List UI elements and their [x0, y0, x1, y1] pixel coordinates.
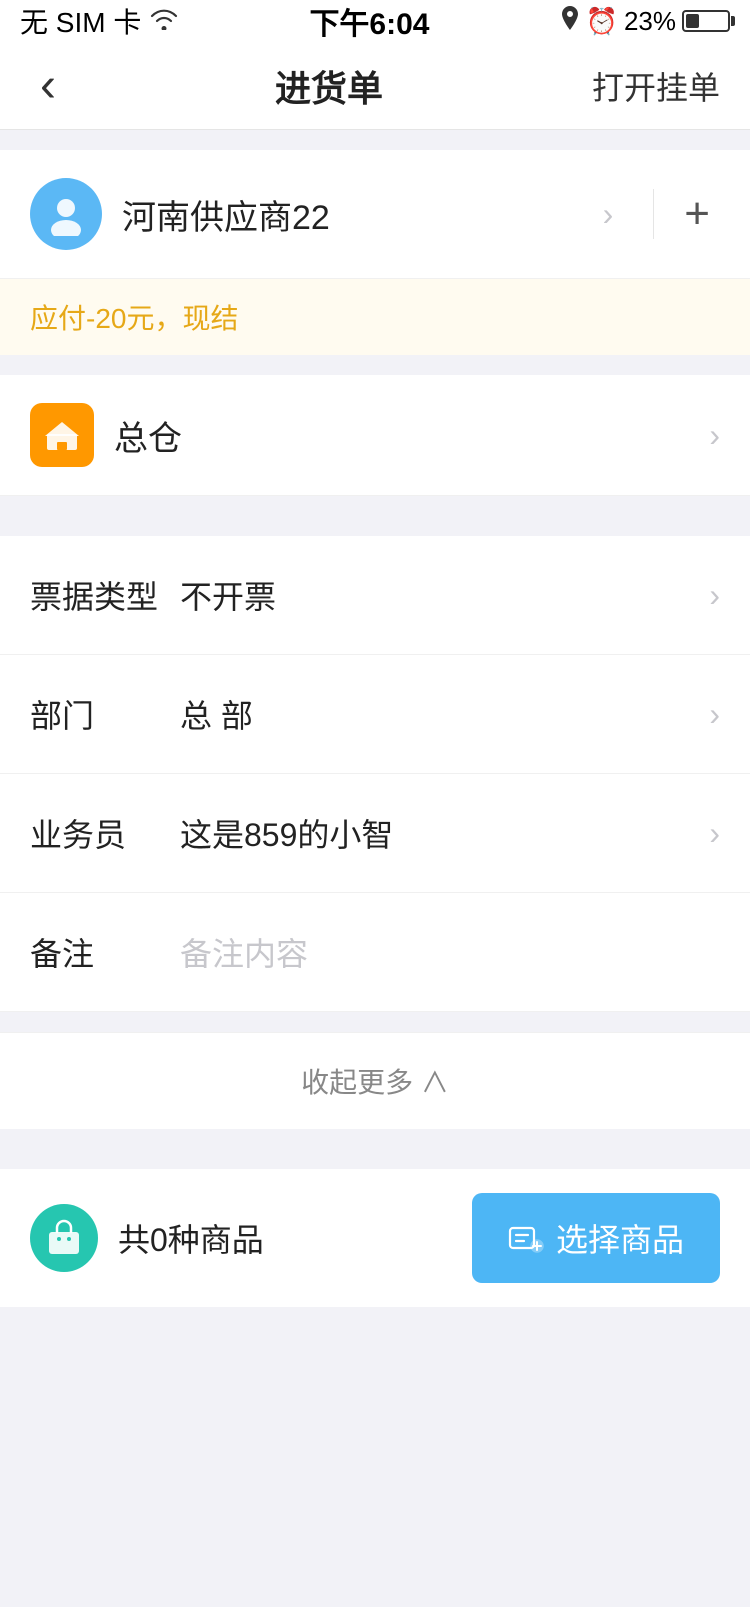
select-product-label: 选择商品: [556, 1215, 684, 1261]
collapse-button[interactable]: 收起更多 ∧: [0, 1032, 750, 1129]
product-count-text: 共0种商品: [118, 1215, 472, 1261]
form-section: 票据类型 不开票 › 部门 总 部 › 业务员 这是859的小智 › 备注 备注…: [0, 536, 750, 1012]
warehouse-chevron-icon: ›: [709, 417, 720, 454]
collapse-label: 收起更多 ∧: [301, 1061, 449, 1101]
supplier-name: 河南供应商22: [122, 190, 603, 239]
status-right: ⏰ 23%: [560, 6, 730, 37]
status-left: 无 SIM 卡: [20, 1, 179, 41]
alarm-icon: ⏰: [586, 6, 618, 37]
salesperson-value: 这是859的小智: [160, 810, 709, 856]
remark-value[interactable]: 备注内容: [160, 929, 720, 975]
back-button[interactable]: ‹: [30, 48, 66, 123]
salesperson-row[interactable]: 业务员 这是859的小智 ›: [0, 774, 750, 893]
add-supplier-button[interactable]: +: [674, 189, 720, 239]
status-bar: 无 SIM 卡 下午6:04 ⏰ 23%: [0, 0, 750, 42]
location-icon: [560, 6, 580, 37]
invoice-type-row[interactable]: 票据类型 不开票 ›: [0, 536, 750, 655]
product-icon: [30, 1204, 98, 1272]
page-background: [0, 1307, 750, 1607]
section-gap-4: [0, 1129, 750, 1149]
department-chevron-icon: ›: [709, 696, 720, 733]
department-label: 部门: [30, 691, 160, 737]
warehouse-name: 总仓: [114, 411, 709, 460]
invoice-type-value: 不开票: [160, 572, 709, 618]
department-value: 总 部: [160, 691, 709, 737]
select-product-button[interactable]: 选择商品: [472, 1193, 720, 1283]
status-time: 下午6:04: [309, 0, 429, 43]
wifi-icon: [149, 5, 179, 37]
battery-icon: [682, 10, 730, 32]
supplier-avatar: [30, 178, 102, 250]
page-title: 进货单: [275, 60, 383, 112]
battery-text: 23%: [624, 6, 676, 37]
supplier-row[interactable]: 河南供应商22 › +: [0, 150, 750, 279]
supplier-card: 河南供应商22 › + 应付-20元，现结: [0, 150, 750, 355]
section-gap-3: [0, 496, 750, 516]
open-pending-button[interactable]: 打开挂单: [592, 63, 720, 109]
carrier-text: 无 SIM 卡: [20, 1, 141, 41]
invoice-type-chevron-icon: ›: [709, 577, 720, 614]
invoice-type-label: 票据类型: [30, 572, 160, 618]
salesperson-chevron-icon: ›: [709, 815, 720, 852]
vertical-divider: [653, 189, 654, 239]
notice-bar: 应付-20元，现结: [0, 279, 750, 355]
section-gap-1: [0, 130, 750, 150]
nav-bar: ‹ 进货单 打开挂单: [0, 42, 750, 130]
notice-text: 应付-20元，现结: [30, 303, 238, 334]
department-row[interactable]: 部门 总 部 ›: [0, 655, 750, 774]
warehouse-icon: [30, 403, 94, 467]
remark-row[interactable]: 备注 备注内容: [0, 893, 750, 1012]
remark-label: 备注: [30, 929, 160, 975]
salesperson-label: 业务员: [30, 810, 160, 856]
warehouse-row[interactable]: 总仓 ›: [0, 375, 750, 496]
bottom-bar: 共0种商品 选择商品: [0, 1169, 750, 1307]
section-gap-2: [0, 355, 750, 375]
supplier-chevron-icon: ›: [603, 196, 614, 233]
